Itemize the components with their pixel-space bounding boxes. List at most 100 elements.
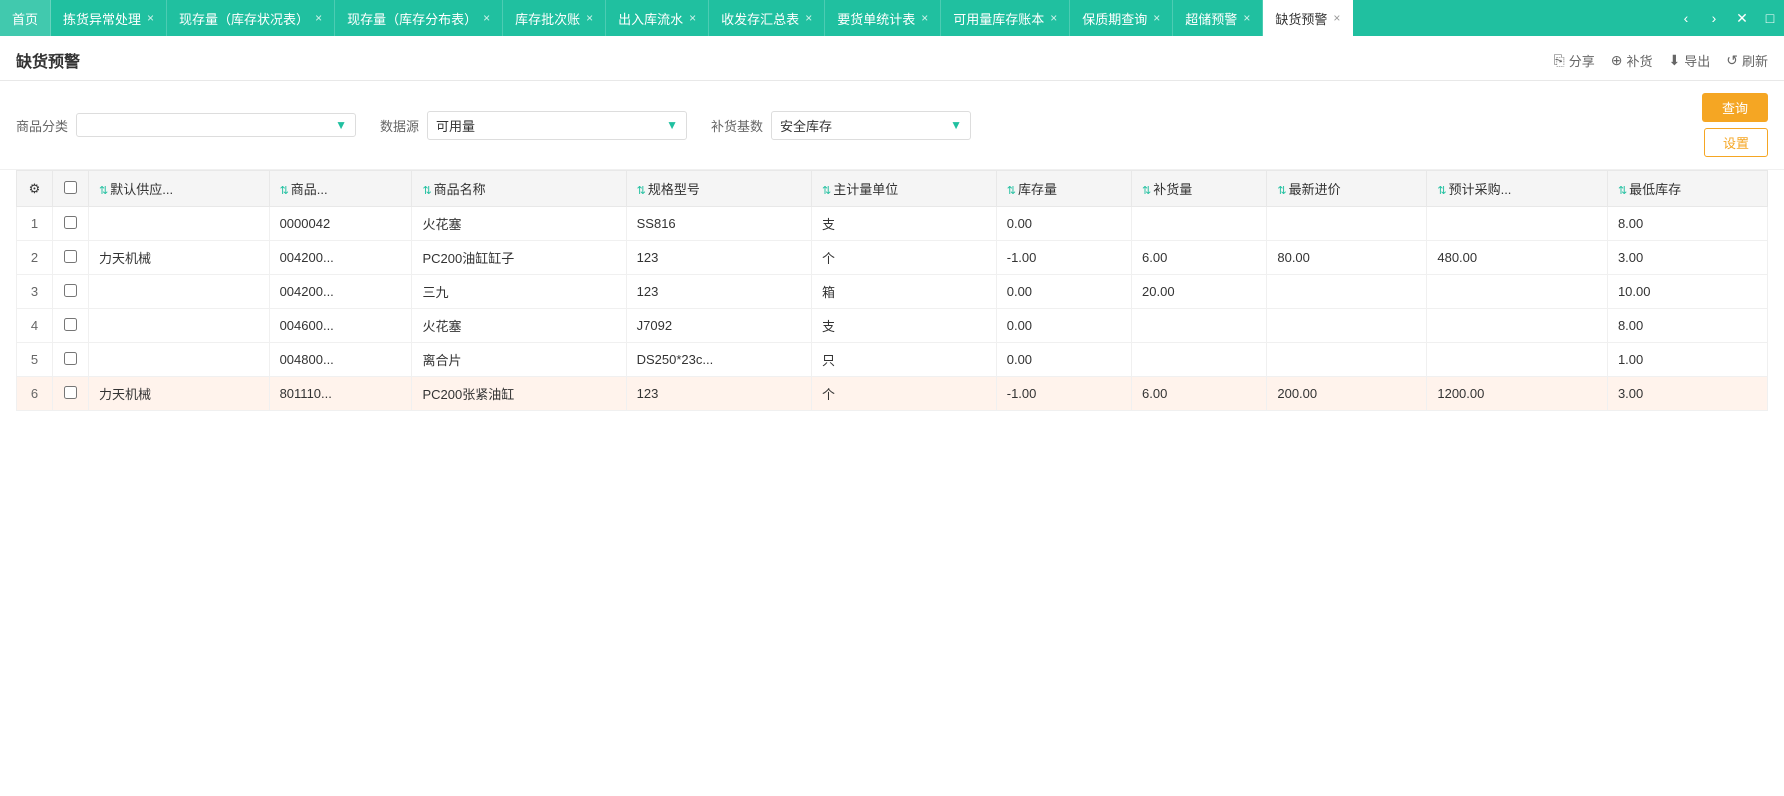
datasource-dropdown-icon: ▼ [666,118,678,132]
row-spec: 123 [626,377,811,411]
row-min-stock: 8.00 [1607,309,1767,343]
tab-close-expiry-query[interactable]: × [1153,11,1160,25]
row-latest-price: 80.00 [1267,241,1427,275]
tab-inventory-dist[interactable]: 现存量（库存分布表）× [335,0,503,36]
tab-home[interactable]: 首页 [0,0,51,36]
table-row: 3004200...三九123箱0.0020.0010.00 [17,275,1768,309]
data-table: ⚙ ⇅默认供应... ⇅商品... ⇅商品名称 ⇅规格型号 ⇅主计量单位 ⇅库存… [16,170,1768,411]
row-replenish-qty: 6.00 [1132,377,1267,411]
tab-inventory-status[interactable]: 现存量（库存状况表）× [167,0,335,36]
row-checkbox-input[interactable] [64,352,77,365]
gear-icon: ⚙ [29,181,41,196]
export-icon: ⬇ [1669,52,1681,69]
filter-bar: 商品分类 ▼ 数据源 可用量 ▼ 补货基数 安全库存 ▼ 查询 设置 [0,81,1784,170]
row-code: 0000042 [269,207,412,241]
row-num: 6 [17,377,53,411]
tab-collect-summary[interactable]: 收发存汇总表 × [709,0,825,36]
table-row: 2力天机械004200...PC200油缸缸子123个-1.006.0080.0… [17,241,1768,275]
th-latest-price[interactable]: ⇅最新进价 [1267,171,1427,207]
row-checkbox-input[interactable] [64,216,77,229]
row-unit: 个 [812,377,997,411]
refresh-button[interactable]: ↺ 刷新 [1726,51,1768,70]
row-estimated-purchase: 1200.00 [1427,377,1608,411]
th-supplier[interactable]: ⇅默认供应... [89,171,270,207]
row-code: 004800... [269,343,412,377]
replenish-icon: ⊕ [1611,52,1623,69]
tab-nav-prev[interactable]: ‹ [1672,0,1700,36]
row-name: PC200张紧油缸 [412,377,626,411]
tab-close-batch-account[interactable]: × [586,11,593,25]
tab-shortage[interactable]: 缺货预警× [1263,0,1353,36]
th-stock[interactable]: ⇅库存量 [996,171,1131,207]
row-min-stock: 3.00 [1607,241,1767,275]
row-checkbox[interactable] [53,309,89,343]
export-button[interactable]: ⬇ 导出 [1669,51,1711,70]
share-button[interactable]: ⎘ 分享 [1554,51,1595,70]
th-min-stock[interactable]: ⇅最低库存 [1607,171,1767,207]
tab-abnormal[interactable]: 拣货异常处理 × [51,0,167,36]
page-title: 缺货预警 [16,48,80,72]
replenish-button[interactable]: ⊕ 补货 [1611,51,1653,70]
tab-close-requisition-stat[interactable]: × [921,11,928,25]
row-spec: SS816 [626,207,811,241]
row-latest-price: 200.00 [1267,377,1427,411]
tab-label-abnormal: 拣货异常处理 [63,9,141,28]
row-checkbox[interactable] [53,343,89,377]
row-checkbox[interactable] [53,275,89,309]
share-icon: ⎘ [1554,52,1565,69]
th-estimated-purchase[interactable]: ⇅预计采购... [1427,171,1608,207]
tab-requisition-stat[interactable]: 要货单统计表× [825,0,941,36]
settings-button[interactable]: 设置 [1704,128,1768,157]
replenish-base-label: 补货基数 [711,116,763,135]
tab-close-inout-flow[interactable]: × [689,11,696,25]
category-select[interactable]: ▼ [76,113,356,137]
th-replenish-qty[interactable]: ⇅补货量 [1132,171,1267,207]
tab-expiry-query[interactable]: 保质期查询× [1070,0,1173,36]
tab-close-available-ledger[interactable]: × [1050,11,1057,25]
th-gear[interactable]: ⚙ [17,171,53,207]
row-checkbox-input[interactable] [64,318,77,331]
row-checkbox-input[interactable] [64,250,77,263]
tab-maximize[interactable]: □ [1756,0,1784,36]
replenish-base-select[interactable]: 安全库存 ▼ [771,111,971,140]
th-product-code[interactable]: ⇅商品... [269,171,412,207]
tab-close-window[interactable]: ✕ [1728,0,1756,36]
tab-close-shortage[interactable]: × [1333,11,1340,25]
tab-close-inventory-dist[interactable]: × [483,11,490,25]
tab-overstock[interactable]: 超储预警× [1173,0,1263,36]
row-supplier [89,309,270,343]
row-replenish-qty [1132,207,1267,241]
th-product-name[interactable]: ⇅商品名称 [412,171,626,207]
row-stock: 0.00 [996,309,1131,343]
row-checkbox[interactable] [53,241,89,275]
tab-close-collect-summary[interactable]: × [805,11,812,25]
row-unit: 只 [812,343,997,377]
datasource-select[interactable]: 可用量 ▼ [427,111,687,140]
row-checkbox-input[interactable] [64,386,77,399]
row-latest-price [1267,275,1427,309]
refresh-icon: ↺ [1726,52,1738,69]
tab-inout-flow[interactable]: 出入库流水× [606,0,709,36]
tab-label-batch-account: 库存批次账 [515,9,580,28]
row-replenish-qty [1132,343,1267,377]
tab-close-inventory-status[interactable]: × [315,11,322,25]
th-spec[interactable]: ⇅规格型号 [626,171,811,207]
row-checkbox[interactable] [53,377,89,411]
tab-bar: 首页拣货异常处理×现存量（库存状况表）×现存量（库存分布表）×库存批次账×出入库… [0,0,1784,36]
tab-close-overstock[interactable]: × [1243,11,1250,25]
tab-nav-next[interactable]: › [1700,0,1728,36]
row-num: 5 [17,343,53,377]
query-button[interactable]: 查询 [1702,93,1768,122]
tab-batch-account[interactable]: 库存批次账 × [503,0,606,36]
row-checkbox-input[interactable] [64,284,77,297]
row-stock: -1.00 [996,377,1131,411]
select-all-checkbox[interactable] [64,181,77,194]
row-supplier [89,275,270,309]
tab-close-abnormal[interactable]: × [147,11,154,25]
table-header-row: ⚙ ⇅默认供应... ⇅商品... ⇅商品名称 ⇅规格型号 ⇅主计量单位 ⇅库存… [17,171,1768,207]
tab-available-ledger[interactable]: 可用量库存账本× [941,0,1070,36]
row-checkbox[interactable] [53,207,89,241]
tab-label-collect-summary: 收发存汇总表 [721,9,799,28]
th-unit[interactable]: ⇅主计量单位 [812,171,997,207]
category-label: 商品分类 [16,116,68,135]
